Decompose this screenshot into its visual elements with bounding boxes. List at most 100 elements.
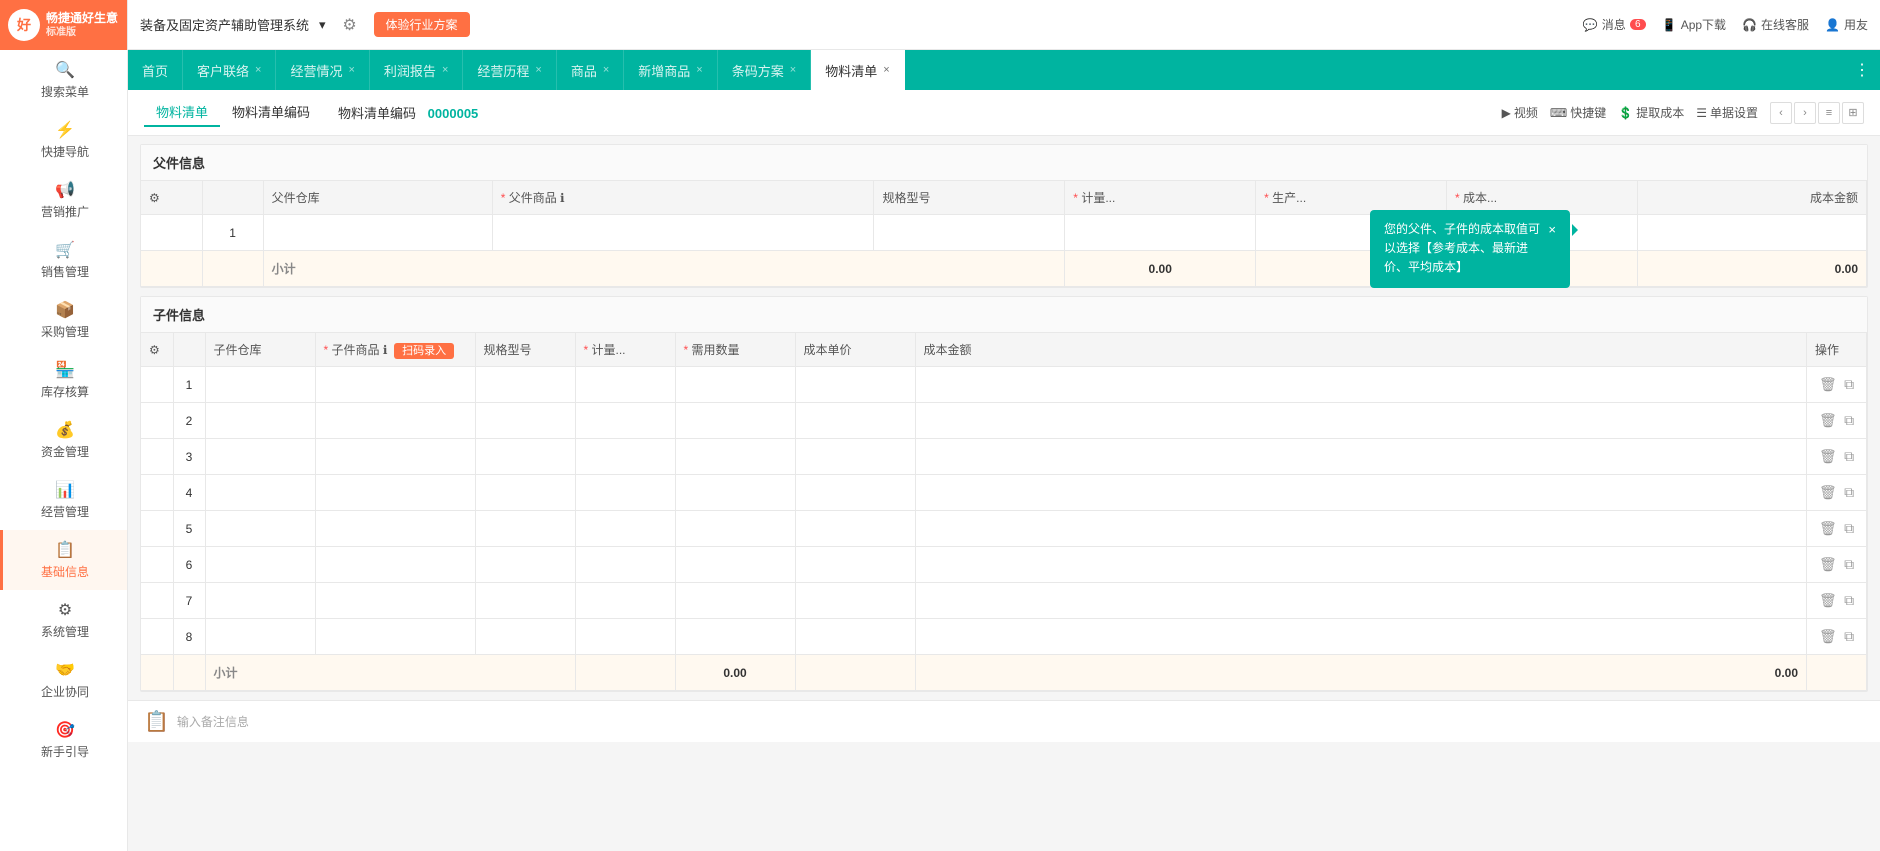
child-row-3-copy-icon[interactable]: ⧉ <box>1844 448 1854 464</box>
nav-tab-close-5[interactable]: × <box>603 64 609 76</box>
child-row-3-spec[interactable] <box>475 439 575 475</box>
sidebar-item-10[interactable]: 🤝企业协同 <box>0 650 127 710</box>
trial-button[interactable]: 体验行业方案 <box>374 12 470 37</box>
child-row-7-warehouse[interactable] <box>205 583 315 619</box>
child-row-7-copy-icon[interactable]: ⧉ <box>1844 592 1854 608</box>
parent-row-1-unit[interactable] <box>1065 215 1256 251</box>
nav-tab-4[interactable]: 经营历程× <box>463 50 556 90</box>
scan-input-button[interactable]: 扫码录入 <box>394 343 454 359</box>
sidebar-item-6[interactable]: 💰资金管理 <box>0 410 127 470</box>
child-row-4-unit[interactable] <box>575 475 675 511</box>
cost-button[interactable]: 💲 提取成本 <box>1618 104 1684 121</box>
child-row-7-delete-icon[interactable]: 🗑 <box>1819 592 1837 608</box>
child-row-5-copy-icon[interactable]: ⧉ <box>1844 520 1854 536</box>
child-row-2-quantity[interactable] <box>675 403 795 439</box>
nav-tab-2[interactable]: 经营情况× <box>276 50 369 90</box>
parent-row-1-spec[interactable] <box>874 215 1065 251</box>
child-row-5-cost-amount[interactable] <box>915 511 1807 547</box>
single-settings-button[interactable]: ☰ 单据设置 <box>1696 104 1758 121</box>
settings-icon[interactable]: ⚙ <box>336 11 364 39</box>
child-row-2-spec[interactable] <box>475 403 575 439</box>
child-row-1-spec[interactable] <box>475 367 575 403</box>
child-row-5-warehouse[interactable] <box>205 511 315 547</box>
child-row-3-quantity[interactable] <box>675 439 795 475</box>
child-row-6-spec[interactable] <box>475 547 575 583</box>
child-row-5-spec[interactable] <box>475 511 575 547</box>
sub-tab-bom-code[interactable]: 物料清单编码 <box>220 98 322 127</box>
child-row-6-quantity[interactable] <box>675 547 795 583</box>
nav-tab-close-2[interactable]: × <box>348 64 354 76</box>
child-row-4-delete-icon[interactable]: 🗑 <box>1819 484 1837 500</box>
child-row-8-spec[interactable] <box>475 619 575 655</box>
sidebar-item-1[interactable]: ⚡快捷导航 <box>0 110 127 170</box>
child-row-3-cost-amount[interactable] <box>915 439 1807 475</box>
child-row-3-unit-price[interactable] <box>795 439 915 475</box>
child-row-5-unit[interactable] <box>575 511 675 547</box>
sub-tab-bom-list[interactable]: 物料清单 <box>144 98 220 127</box>
sidebar-item-5[interactable]: 🏪库存核算 <box>0 350 127 410</box>
nav-tab-5[interactable]: 商品× <box>557 50 624 90</box>
tooltip-close-button[interactable]: × <box>1548 220 1556 241</box>
child-row-1-cost-amount[interactable] <box>915 367 1807 403</box>
child-row-8-quantity[interactable] <box>675 619 795 655</box>
sidebar-item-0[interactable]: 🔍搜索菜单 <box>0 50 127 110</box>
child-row-4-product[interactable] <box>315 475 475 511</box>
shortcut-button[interactable]: ⌨ 快捷键 <box>1550 104 1606 121</box>
child-row-6-unit[interactable] <box>575 547 675 583</box>
child-row-6-delete-icon[interactable]: 🗑 <box>1819 556 1837 572</box>
sidebar-item-2[interactable]: 📢营销推广 <box>0 170 127 230</box>
child-row-6-warehouse[interactable] <box>205 547 315 583</box>
child-row-7-cost-amount[interactable] <box>915 583 1807 619</box>
parent-row-1-product[interactable] <box>492 215 874 251</box>
child-row-4-unit-price[interactable] <box>795 475 915 511</box>
nav-tab-close-4[interactable]: × <box>535 64 541 76</box>
child-row-4-quantity[interactable] <box>675 475 795 511</box>
sidebar-item-9[interactable]: ⚙系统管理 <box>0 590 127 650</box>
child-row-8-unit[interactable] <box>575 619 675 655</box>
child-row-1-unit-price[interactable] <box>795 367 915 403</box>
nav-tab-8[interactable]: 物料清单× <box>811 50 904 90</box>
child-col-settings[interactable]: ⚙ <box>141 333 173 367</box>
sidebar-item-7[interactable]: 📊经营管理 <box>0 470 127 530</box>
child-row-8-cost-amount[interactable] <box>915 619 1807 655</box>
child-row-2-product[interactable] <box>315 403 475 439</box>
child-row-3-delete-icon[interactable]: 🗑 <box>1819 448 1837 464</box>
child-row-3-product[interactable] <box>315 439 475 475</box>
child-row-2-cost-amount[interactable] <box>915 403 1807 439</box>
child-row-5-unit-price[interactable] <box>795 511 915 547</box>
remark-placeholder[interactable]: 输入备注信息 <box>177 713 249 730</box>
nav-tabs-more[interactable]: ⋮ <box>1844 60 1880 80</box>
child-row-1-product[interactable] <box>315 367 475 403</box>
nav-tab-close-6[interactable]: × <box>696 64 702 76</box>
nav-tab-close-8[interactable]: × <box>883 64 889 76</box>
child-row-6-product[interactable] <box>315 547 475 583</box>
parent-row-1-warehouse[interactable] <box>263 215 492 251</box>
child-row-5-quantity[interactable] <box>675 511 795 547</box>
child-row-1-copy-icon[interactable]: ⧉ <box>1844 376 1854 392</box>
nav-tab-0[interactable]: 首页 <box>128 50 183 90</box>
child-row-4-warehouse[interactable] <box>205 475 315 511</box>
child-row-7-unit[interactable] <box>575 583 675 619</box>
parent-row-1-cost-amount[interactable] <box>1637 215 1866 251</box>
child-row-2-unit[interactable] <box>575 403 675 439</box>
nav-tab-close-1[interactable]: × <box>255 64 261 76</box>
message-button[interactable]: 💬 消息 6 <box>1583 16 1646 33</box>
child-row-1-quantity[interactable] <box>675 367 795 403</box>
nav-tab-close-3[interactable]: × <box>442 64 448 76</box>
nav-next-button[interactable]: › <box>1794 102 1816 124</box>
child-row-6-cost-amount[interactable] <box>915 547 1807 583</box>
child-row-6-copy-icon[interactable]: ⧉ <box>1844 556 1854 572</box>
child-row-2-delete-icon[interactable]: 🗑 <box>1819 412 1837 428</box>
child-row-1-unit[interactable] <box>575 367 675 403</box>
child-row-2-warehouse[interactable] <box>205 403 315 439</box>
child-row-2-copy-icon[interactable]: ⧉ <box>1844 412 1854 428</box>
nav-tab-3[interactable]: 利润报告× <box>370 50 463 90</box>
system-dropdown[interactable]: ▾ <box>319 17 326 33</box>
child-row-5-delete-icon[interactable]: 🗑 <box>1819 520 1837 536</box>
child-row-8-copy-icon[interactable]: ⧉ <box>1844 628 1854 644</box>
child-row-3-warehouse[interactable] <box>205 439 315 475</box>
child-row-3-unit[interactable] <box>575 439 675 475</box>
app-download-button[interactable]: 📱 App下载 <box>1662 16 1726 33</box>
child-row-1-delete-icon[interactable]: 🗑 <box>1819 376 1837 392</box>
nav-tab-1[interactable]: 客户联络× <box>183 50 276 90</box>
